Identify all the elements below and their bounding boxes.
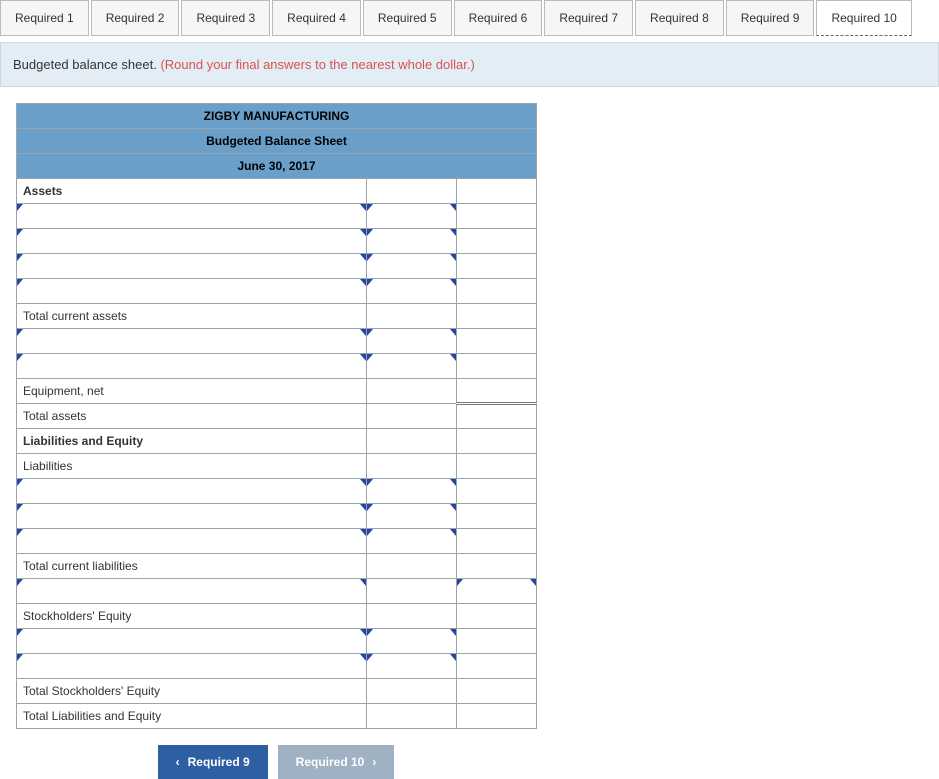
cell[interactable] xyxy=(367,679,457,704)
liability-amount-input[interactable] xyxy=(367,479,457,504)
liability-amount-input[interactable] xyxy=(367,529,457,554)
cell[interactable] xyxy=(457,479,537,504)
cell[interactable] xyxy=(457,654,537,679)
cell[interactable] xyxy=(457,554,537,579)
cell[interactable] xyxy=(367,579,457,604)
balance-sheet-wrap: ZIGBY MANUFACTURING Budgeted Balance She… xyxy=(16,103,923,729)
cell[interactable] xyxy=(457,454,537,479)
liability-line-select[interactable] xyxy=(17,479,367,504)
asset-amount-input[interactable] xyxy=(367,229,457,254)
cell[interactable] xyxy=(367,454,457,479)
cell[interactable] xyxy=(367,379,457,404)
liability-line-select[interactable] xyxy=(17,504,367,529)
ltliability-amount-input[interactable] xyxy=(457,579,537,604)
cell[interactable] xyxy=(457,279,537,304)
cell[interactable] xyxy=(457,629,537,654)
row-total-stockholders-equity: Total Stockholders' Equity xyxy=(17,679,367,704)
tab-required-2[interactable]: Required 2 xyxy=(91,0,180,36)
tab-required-7[interactable]: Required 7 xyxy=(544,0,633,36)
equity-amount-input[interactable] xyxy=(367,629,457,654)
ltasset-amount-input[interactable] xyxy=(367,329,457,354)
liability-amount-input[interactable] xyxy=(367,504,457,529)
asset-amount-input[interactable] xyxy=(367,279,457,304)
row-total-assets: Total assets xyxy=(17,404,367,429)
cell[interactable] xyxy=(367,404,457,429)
cell[interactable] xyxy=(457,504,537,529)
cell[interactable] xyxy=(367,704,457,729)
cell[interactable] xyxy=(457,354,537,379)
chevron-left-icon: ‹ xyxy=(176,755,180,769)
row-equipment-net: Equipment, net xyxy=(17,379,367,404)
cell[interactable] xyxy=(457,604,537,629)
cell[interactable] xyxy=(457,204,537,229)
equity-line-select[interactable] xyxy=(17,629,367,654)
instruction-text: Budgeted balance sheet. xyxy=(13,57,157,72)
asset-line-select[interactable] xyxy=(17,204,367,229)
asset-line-select[interactable] xyxy=(17,229,367,254)
ltasset-line-select[interactable] xyxy=(17,354,367,379)
row-liabilities-equity: Liabilities and Equity xyxy=(17,429,367,454)
cell[interactable] xyxy=(457,529,537,554)
next-button-label: Required 10 xyxy=(296,755,365,769)
total-assets-amount[interactable] xyxy=(457,404,537,429)
cell[interactable] xyxy=(367,554,457,579)
prev-button[interactable]: ‹ Required 9 xyxy=(158,745,268,779)
nav-buttons: ‹ Required 9 Required 10 › xyxy=(16,745,536,779)
balance-sheet: ZIGBY MANUFACTURING Budgeted Balance She… xyxy=(16,103,537,729)
ltasset-amount-input[interactable] xyxy=(367,354,457,379)
row-total-liabilities-equity: Total Liabilities and Equity xyxy=(17,704,367,729)
chevron-right-icon: › xyxy=(372,755,376,769)
prev-button-label: Required 9 xyxy=(188,755,250,769)
cell[interactable] xyxy=(457,179,537,204)
sheet-header-title: Budgeted Balance Sheet xyxy=(17,129,537,154)
asset-amount-input[interactable] xyxy=(367,204,457,229)
tab-required-8[interactable]: Required 8 xyxy=(635,0,724,36)
liability-line-select[interactable] xyxy=(17,529,367,554)
row-assets: Assets xyxy=(17,179,367,204)
asset-line-select[interactable] xyxy=(17,279,367,304)
ltasset-line-select[interactable] xyxy=(17,329,367,354)
cell[interactable] xyxy=(457,229,537,254)
tab-required-3[interactable]: Required 3 xyxy=(181,0,270,36)
tab-bar: Required 1 Required 2 Required 3 Require… xyxy=(0,0,939,36)
instruction-hint: (Round your final answers to the nearest… xyxy=(160,57,474,72)
asset-line-select[interactable] xyxy=(17,254,367,279)
tab-required-10[interactable]: Required 10 xyxy=(816,0,911,36)
row-stockholders-equity: Stockholders' Equity xyxy=(17,604,367,629)
tab-required-1[interactable]: Required 1 xyxy=(0,0,89,36)
sheet-header-company: ZIGBY MANUFACTURING xyxy=(17,104,537,129)
tab-required-4[interactable]: Required 4 xyxy=(272,0,361,36)
tab-required-9[interactable]: Required 9 xyxy=(726,0,815,36)
sheet-header-date: June 30, 2017 xyxy=(17,154,537,179)
cell[interactable] xyxy=(457,254,537,279)
asset-amount-input[interactable] xyxy=(367,254,457,279)
tab-required-6[interactable]: Required 6 xyxy=(454,0,543,36)
cell[interactable] xyxy=(457,704,537,729)
cell[interactable] xyxy=(367,304,457,329)
cell[interactable] xyxy=(457,304,537,329)
cell[interactable] xyxy=(457,379,537,404)
equity-amount-input[interactable] xyxy=(367,654,457,679)
row-total-current-assets: Total current assets xyxy=(17,304,367,329)
cell[interactable] xyxy=(367,179,457,204)
row-total-current-liabilities: Total current liabilities xyxy=(17,554,367,579)
cell[interactable] xyxy=(457,429,537,454)
cell[interactable] xyxy=(367,429,457,454)
tab-required-5[interactable]: Required 5 xyxy=(363,0,452,36)
cell[interactable] xyxy=(457,679,537,704)
cell[interactable] xyxy=(457,329,537,354)
next-button[interactable]: Required 10 › xyxy=(278,745,395,779)
ltliability-line-select[interactable] xyxy=(17,579,367,604)
cell[interactable] xyxy=(367,604,457,629)
instruction-bar: Budgeted balance sheet. (Round your fina… xyxy=(0,42,939,87)
row-liabilities: Liabilities xyxy=(17,454,367,479)
equity-line-select[interactable] xyxy=(17,654,367,679)
